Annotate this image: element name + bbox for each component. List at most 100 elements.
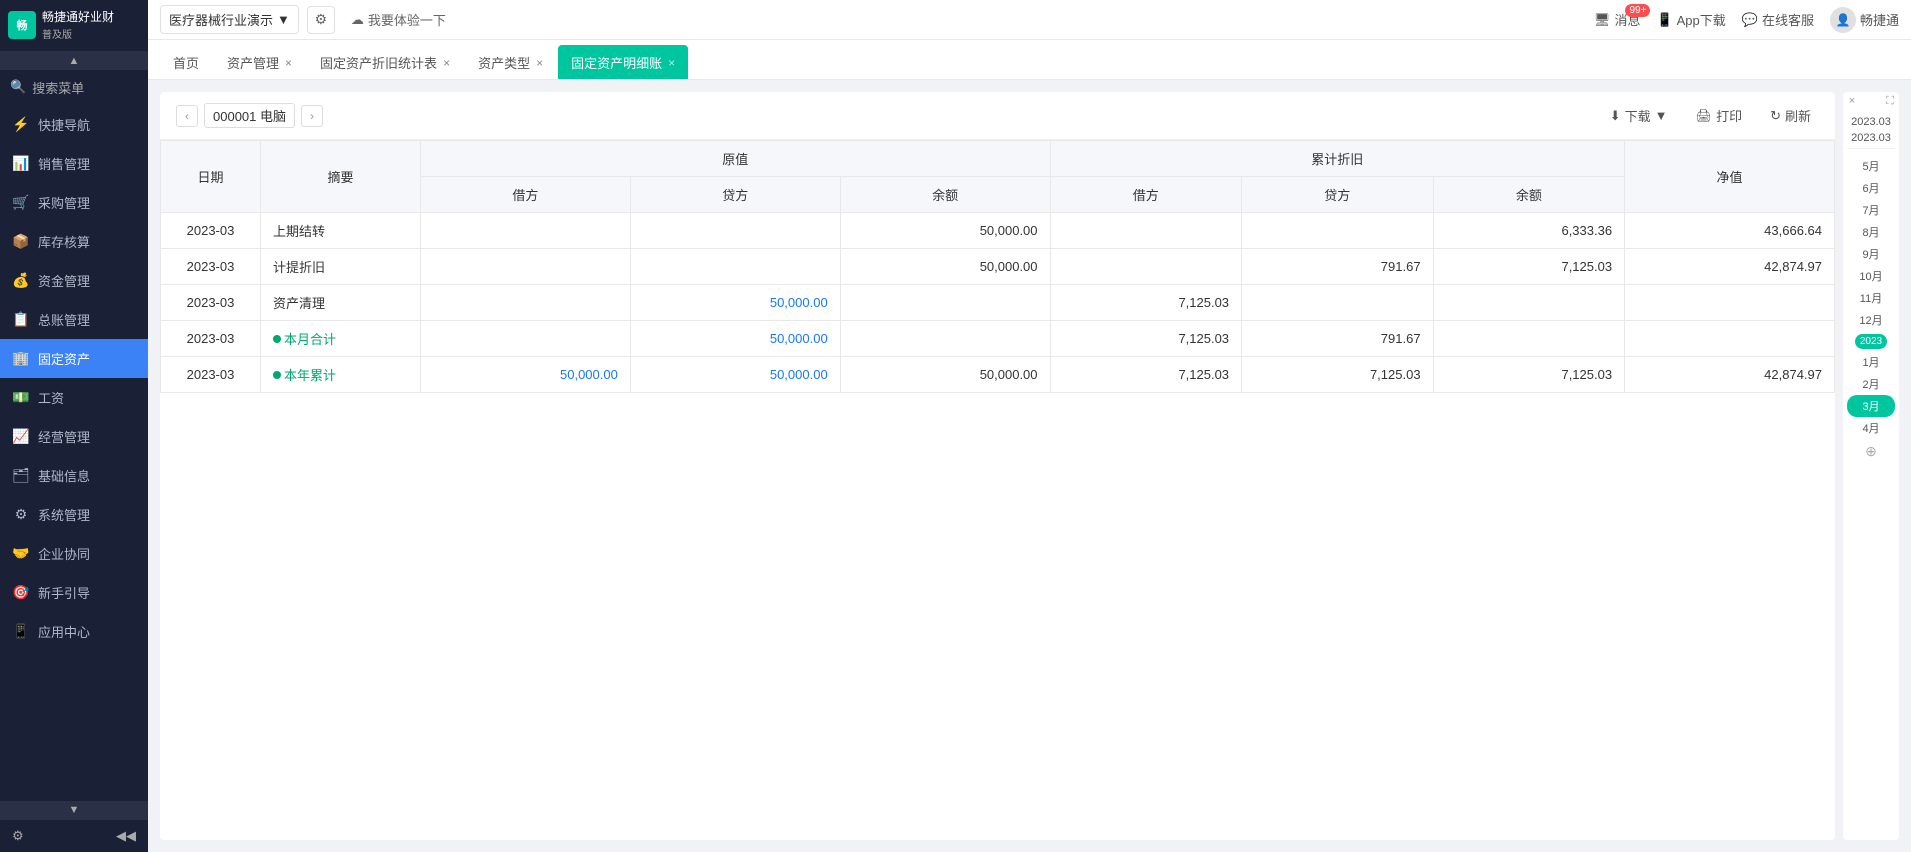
sidebar-item-fixed-assets[interactable]: 🏢 固定资产	[0, 339, 148, 378]
tab-close-asset-management[interactable]: ×	[285, 56, 292, 70]
timeline-month-3[interactable]: 3月	[1847, 395, 1895, 417]
download-action-icon: ⬇	[1610, 108, 1621, 124]
cell-date: 2023-03	[161, 213, 261, 249]
experience-button[interactable]: ☁ 我要体验一下	[351, 10, 446, 29]
cell-orig-debit	[421, 213, 631, 249]
sidebar-item-operations[interactable]: 📈 经营管理	[0, 417, 148, 456]
topbar: 医疗器械行业演示 ▼ ⚙ ☁ 我要体验一下 🖥 消息 99+ 📱 App下载 💬…	[148, 0, 1911, 40]
sidebar-item-guide[interactable]: 🎯 新手引导	[0, 573, 148, 612]
tab-asset-management[interactable]: 资产管理 ×	[214, 45, 305, 79]
timeline-month-7[interactable]: 7月	[1847, 199, 1895, 221]
timeline-month-4[interactable]: 4月	[1847, 417, 1895, 439]
table-row: 2023-03 资产清理 50,000.00 7,125.03	[161, 285, 1835, 321]
tab-close-asset-type[interactable]: ×	[536, 56, 543, 70]
cell-dep-balance	[1433, 285, 1625, 321]
timeline-month-11[interactable]: 11月	[1847, 287, 1895, 309]
cell-date: 2023-03	[161, 285, 261, 321]
finance-icon: 💰	[12, 271, 30, 289]
print-button[interactable]: 🖨 打印	[1688, 102, 1751, 129]
app-download-button[interactable]: 📱 App下载	[1656, 10, 1725, 29]
sidebar: 畅 畅捷通好业财 普及版 ▲ 🔍 搜索菜单 ⚡ 快捷导航 📊 销售管理 🛒 采购…	[0, 0, 148, 852]
timeline-year-header-2[interactable]: 2023.03	[1847, 130, 1895, 146]
content-area: ‹ 000001 电脑 › ⬇ 下载 ▼ 🖨	[148, 80, 1911, 852]
col-accumulated-depreciation: 累计折旧	[1050, 141, 1625, 177]
cell-orig-debit	[421, 285, 631, 321]
support-button[interactable]: 💬 在线客服	[1742, 10, 1814, 29]
tab-asset-detail[interactable]: 固定资产明细账 ×	[558, 45, 688, 79]
sidebar-item-ledger[interactable]: 📋 总账管理	[0, 300, 148, 339]
timeline-month-12[interactable]: 12月	[1847, 309, 1895, 331]
cell-summary: 资产清理	[261, 285, 421, 321]
cell-orig-credit: 50,000.00	[630, 321, 840, 357]
timeline-month-9[interactable]: 9月	[1847, 243, 1895, 265]
sidebar-item-purchase[interactable]: 🛒 采购管理	[0, 183, 148, 222]
col-date: 日期	[161, 141, 261, 213]
timeline-expand-button[interactable]: ⛶	[1881, 92, 1899, 110]
cell-net-value: 42,874.97	[1625, 357, 1835, 393]
tab-close-depreciation-table[interactable]: ×	[443, 56, 450, 70]
table-row: 2023-03 计提折旧 50,000.00 791.67 7,125.03 4…	[161, 249, 1835, 285]
sidebar-settings-button[interactable]: ⚙	[12, 828, 24, 844]
timeline-close-button[interactable]: ×	[1843, 92, 1861, 110]
timeline-month-1[interactable]: 1月	[1847, 351, 1895, 373]
tabs-bar: 首页 资产管理 × 固定资产折旧统计表 × 资产类型 × 固定资产明细账 ×	[148, 40, 1911, 80]
table-row: 2023-03 上期结转 50,000.00 6,333.36 43,666.6…	[161, 213, 1835, 249]
sidebar-search-button[interactable]: 🔍 搜索菜单	[0, 70, 148, 105]
topbar-settings-button[interactable]: ⚙	[307, 6, 335, 34]
fixed-assets-icon: 🏢	[12, 349, 30, 367]
sidebar-collapse-button[interactable]: ◀◀	[116, 828, 136, 844]
sidebar-item-app-center[interactable]: 📱 应用中心	[0, 612, 148, 651]
sidebar-item-finance[interactable]: 💰 资金管理	[0, 261, 148, 300]
cell-orig-debit	[421, 249, 631, 285]
panel-header: ‹ 000001 电脑 › ⬇ 下载 ▼ 🖨	[160, 92, 1835, 140]
topbar-right: 🖥 消息 99+ 📱 App下载 💬 在线客服 👤 畅捷通	[1594, 7, 1899, 33]
quick-nav-icon: ⚡	[12, 115, 30, 133]
tab-depreciation-table[interactable]: 固定资产折旧统计表 ×	[307, 45, 463, 79]
notifications-button[interactable]: 🖥 消息 99+	[1594, 10, 1641, 29]
timeline-month-10[interactable]: 10月	[1847, 265, 1895, 287]
main-area: 医疗器械行业演示 ▼ ⚙ ☁ 我要体验一下 🖥 消息 99+ 📱 App下载 💬…	[148, 0, 1911, 852]
settings-footer-icon: ⚙	[12, 828, 24, 843]
dropdown-arrow: ▼	[1655, 108, 1668, 123]
avatar: 👤	[1830, 7, 1856, 33]
cell-orig-credit: 50,000.00	[630, 357, 840, 393]
next-asset-button[interactable]: ›	[301, 105, 323, 127]
tab-asset-type[interactable]: 资产类型 ×	[465, 45, 556, 79]
sidebar-item-enterprise[interactable]: 🤝 企业协同	[0, 534, 148, 573]
tab-home[interactable]: 首页	[160, 45, 212, 79]
sidebar-item-system[interactable]: ⚙ 系统管理	[0, 495, 148, 534]
asset-navigator: ‹ 000001 电脑 ›	[176, 103, 323, 128]
sidebar-item-quick-nav[interactable]: ⚡ 快捷导航	[0, 105, 148, 144]
cell-date: 2023-03	[161, 249, 261, 285]
col-summary: 摘要	[261, 141, 421, 213]
user-menu[interactable]: 👤 畅捷通	[1830, 7, 1899, 33]
download-icon: 📱	[1656, 12, 1672, 28]
sidebar-scroll-up[interactable]: ▲	[0, 52, 148, 70]
timeline-scroll-down[interactable]: ⊕	[1847, 439, 1895, 464]
panel-actions: ⬇ 下载 ▼ 🖨 打印 ↻ 刷新	[1602, 102, 1819, 129]
sidebar-scroll-down[interactable]: ▼	[0, 801, 148, 819]
tab-close-asset-detail[interactable]: ×	[668, 56, 675, 70]
sidebar-item-basic[interactable]: 🗂 基础信息	[0, 456, 148, 495]
guide-icon: 🎯	[12, 583, 30, 601]
timeline-months: 5月 6月 7月 8月 9月 10月 11月 12月 2023 1月 2月 3月…	[1843, 151, 1899, 840]
timeline-month-8[interactable]: 8月	[1847, 221, 1895, 243]
year-badge[interactable]: 2023	[1855, 334, 1887, 349]
refresh-button[interactable]: ↻ 刷新	[1762, 102, 1819, 129]
sidebar-item-payroll[interactable]: 💵 工资	[0, 378, 148, 417]
basic-icon: 🗂	[12, 466, 30, 484]
sidebar-item-sales[interactable]: 📊 销售管理	[0, 144, 148, 183]
prev-asset-button[interactable]: ‹	[176, 105, 198, 127]
user-avatar-icon: 👤	[1836, 13, 1851, 27]
download-button[interactable]: ⬇ 下载 ▼	[1602, 102, 1676, 129]
timeline-year-header-1[interactable]: 2023.03	[1847, 114, 1895, 130]
table-row: 2023-03 本年累计 50,000.00 50,000.00 50,000.…	[161, 357, 1835, 393]
asset-code-tag: 000001 电脑	[204, 103, 295, 128]
project-selector[interactable]: 医疗器械行业演示 ▼	[160, 5, 299, 34]
col-orig-debit: 借方	[421, 177, 631, 213]
timeline-month-6[interactable]: 6月	[1847, 177, 1895, 199]
timeline-month-5[interactable]: 5月	[1847, 155, 1895, 177]
timeline-month-2[interactable]: 2月	[1847, 373, 1895, 395]
sidebar-item-inventory[interactable]: 📦 库存核算	[0, 222, 148, 261]
timeline-panel: × ⛶ 2023.03 2023.03 5月 6月 7月 8月 9月 10月 1…	[1843, 92, 1899, 840]
